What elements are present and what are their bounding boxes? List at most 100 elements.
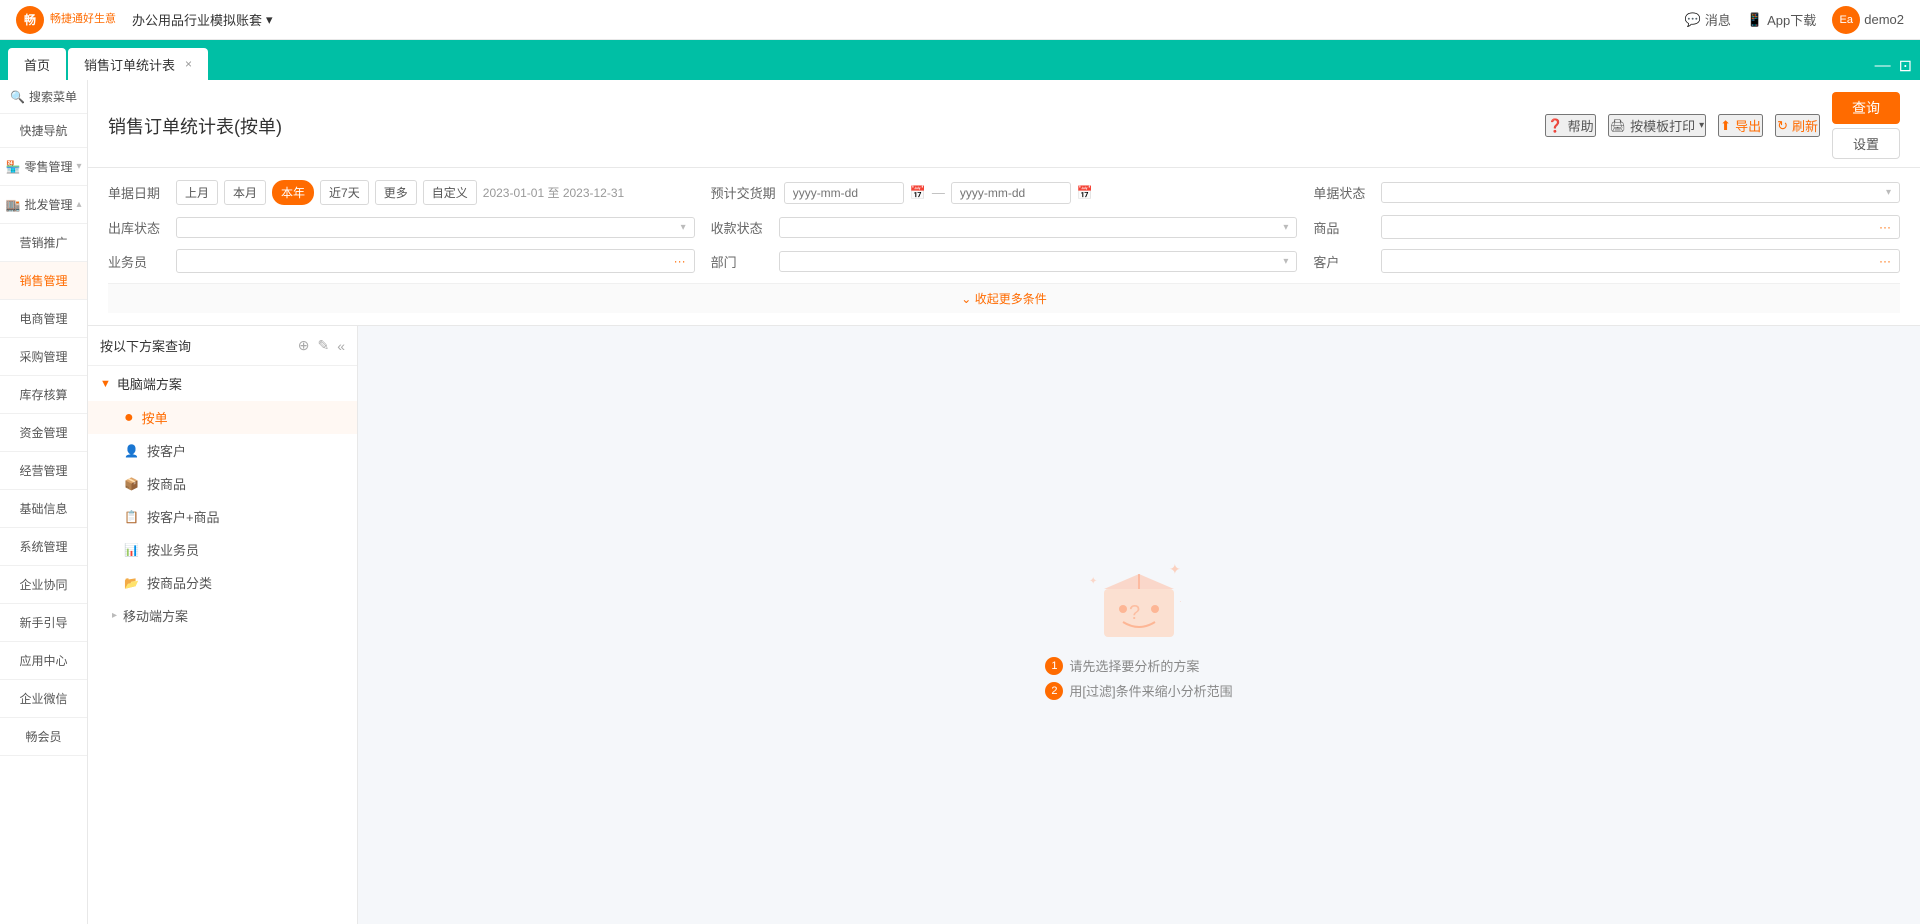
desktop-group-label: 电脑端方案 — [117, 374, 182, 393]
sidebar-search[interactable]: 🔍 搜索菜单 — [0, 80, 87, 114]
filter-group-goods: 商品 ··· — [1313, 215, 1900, 239]
delivery-date-from[interactable] — [784, 182, 904, 204]
shipment-select[interactable]: ▾ — [176, 217, 695, 238]
sidebar-item-basic[interactable]: 基础信息 — [0, 490, 87, 528]
sidebar-item-wholesale[interactable]: 🏬 批发管理 ▴ — [0, 186, 87, 224]
empty-svg: ? ✦ ✦ · — [1079, 544, 1199, 644]
mobile-group-header[interactable]: ▸ 移动端方案 — [88, 599, 357, 632]
by-goods-icon: 📦 — [124, 477, 139, 491]
goods-more-icon[interactable]: ··· — [1879, 220, 1891, 234]
empty-illustration: ? ✦ ✦ · — [1079, 544, 1199, 644]
tab-minimize-icon[interactable]: — — [1875, 57, 1891, 75]
department-arrow-icon: ▾ — [1283, 256, 1288, 267]
sidebar-item-marketing[interactable]: 营销推广 — [0, 224, 87, 262]
page-title: 销售订单统计表(按单) — [108, 113, 282, 139]
tab-close-icon[interactable]: × — [185, 57, 192, 71]
search-icon: 🔍 — [10, 90, 25, 104]
sidebar-item-purchase[interactable]: 采购管理 — [0, 338, 87, 376]
sidebar-item-wechat[interactable]: 企业微信 — [0, 680, 87, 718]
sidebar-item-retail[interactable]: 🏪 零售管理 ▾ — [0, 148, 87, 186]
help-label: 帮助 — [1568, 116, 1594, 135]
by-customer-icon: 👤 — [124, 444, 139, 458]
left-panel-icons: ⊕ ✎ « — [298, 337, 345, 354]
print-expand-icon: ▾ — [1699, 120, 1704, 131]
refresh-button[interactable]: ↻ 刷新 — [1775, 114, 1820, 137]
scheme-item-by-customer[interactable]: 👤 按客户 — [88, 434, 357, 467]
search-label: 搜索菜单 — [29, 88, 77, 105]
customer-select[interactable]: ··· — [1381, 249, 1900, 273]
scheme-item-by-salesperson[interactable]: 📊 按业务员 — [88, 533, 357, 566]
desktop-group-expand-icon: ▼ — [100, 378, 111, 390]
username: demo2 — [1864, 12, 1904, 27]
calendar-to-icon[interactable]: 📅 — [1077, 185, 1093, 201]
edit-scheme-button[interactable]: ✎ — [317, 337, 329, 354]
export-icon: ⬆ — [1720, 118, 1731, 134]
date-btn-7days[interactable]: 近7天 — [320, 180, 369, 205]
delivery-date-to[interactable] — [951, 182, 1071, 204]
delivery-label: 预计交货期 — [711, 183, 776, 202]
tab-home[interactable]: 首页 — [8, 48, 66, 80]
sidebar-item-system[interactable]: 系统管理 — [0, 528, 87, 566]
desktop-group-header[interactable]: ▼ 电脑端方案 — [88, 366, 357, 401]
calendar-from-icon[interactable]: 📅 — [910, 185, 926, 201]
messages-button[interactable]: 💬 消息 — [1685, 10, 1731, 29]
collapse-panel-button[interactable]: « — [337, 338, 345, 354]
date-btn-this-year[interactable]: 本年 — [272, 180, 314, 205]
page-actions: ❓ 帮助 🖨 按模板打印 ▾ ⬆ 导出 ↻ 刷新 — [1545, 92, 1900, 159]
app-download-button[interactable]: 📱 App下载 — [1747, 10, 1816, 29]
date-btn-custom[interactable]: 自定义 — [423, 180, 477, 205]
wholesale-label: 批发管理 — [24, 196, 72, 213]
customer-more-icon[interactable]: ··· — [1879, 254, 1891, 268]
avatar: Ea — [1832, 6, 1860, 34]
tip-num-1: 1 — [1045, 657, 1063, 675]
status-select[interactable]: ▾ — [1381, 182, 1900, 203]
salesperson-more-icon[interactable]: ··· — [674, 254, 686, 268]
date-label: 单据日期 — [108, 183, 168, 202]
sidebar-item-guide[interactable]: 新手引导 — [0, 604, 87, 642]
user-area[interactable]: Ea demo2 — [1832, 6, 1904, 34]
sidebar-item-finance[interactable]: 资金管理 — [0, 414, 87, 452]
by-goods-label: 按商品 — [147, 474, 186, 493]
customer-label: 客户 — [1313, 252, 1373, 271]
date-separator: — — [932, 185, 945, 200]
sidebar-item-operations[interactable]: 经营管理 — [0, 452, 87, 490]
sidebar-item-inventory[interactable]: 库存核算 — [0, 376, 87, 414]
scheme-item-by-order[interactable]: ● 按单 — [88, 401, 357, 434]
sidebar-item-sales[interactable]: 销售管理 — [0, 262, 87, 300]
logo-text: 畅捷通好生意 — [50, 13, 116, 26]
by-order-label: 按单 — [142, 408, 168, 427]
date-btn-this-month[interactable]: 本月 — [224, 180, 266, 205]
sidebar-item-ecommerce[interactable]: 电商管理 — [0, 300, 87, 338]
scheme-item-by-goods[interactable]: 📦 按商品 — [88, 467, 357, 500]
main-layout: 🔍 搜索菜单 快捷导航 🏪 零售管理 ▾ 🏬 批发管理 ▴ 营销推广 销售管理 … — [0, 80, 1920, 924]
company-selector[interactable]: 办公用品行业模拟账套 ▾ — [124, 6, 281, 33]
salesperson-select[interactable]: ··· — [176, 249, 695, 273]
help-button[interactable]: ❓ 帮助 — [1545, 114, 1595, 137]
scheme-item-by-category[interactable]: 📂 按商品分类 — [88, 566, 357, 599]
sidebar-item-member[interactable]: 畅会员 — [0, 718, 87, 756]
sidebar-item-apps[interactable]: 应用中心 — [0, 642, 87, 680]
goods-select[interactable]: ··· — [1381, 215, 1900, 239]
export-button[interactable]: ⬆ 导出 — [1718, 114, 1763, 137]
date-btn-more[interactable]: 更多 — [375, 180, 417, 205]
query-button[interactable]: 查询 — [1832, 92, 1900, 124]
svg-text:·: · — [1179, 597, 1182, 606]
retail-icon: 🏪 — [6, 160, 21, 174]
add-scheme-button[interactable]: ⊕ — [298, 337, 310, 354]
collapse-bar[interactable]: ⌄ 收起更多条件 — [108, 283, 1900, 313]
logo-icon: 畅 — [16, 6, 44, 34]
tab-restore-icon[interactable]: ⊡ — [1899, 56, 1912, 76]
tab-sales-order-stats[interactable]: 销售订单统计表 × — [68, 48, 208, 80]
print-button[interactable]: 🖨 按模板打印 ▾ — [1608, 114, 1707, 137]
chevron-down-icon: ▾ — [266, 12, 273, 28]
department-select[interactable]: ▾ — [779, 251, 1298, 272]
scheme-item-by-customer-goods[interactable]: 📋 按客户+商品 — [88, 500, 357, 533]
by-customer-label: 按客户 — [147, 441, 186, 460]
sidebar-item-quick-nav[interactable]: 快捷导航 — [0, 114, 87, 148]
by-category-label: 按商品分类 — [147, 573, 212, 592]
collection-select[interactable]: ▾ — [779, 217, 1298, 238]
sidebar-item-enterprise[interactable]: 企业协同 — [0, 566, 87, 604]
date-btn-last-month[interactable]: 上月 — [176, 180, 218, 205]
settings-button[interactable]: 设置 — [1832, 128, 1900, 159]
export-label: 导出 — [1735, 116, 1761, 135]
